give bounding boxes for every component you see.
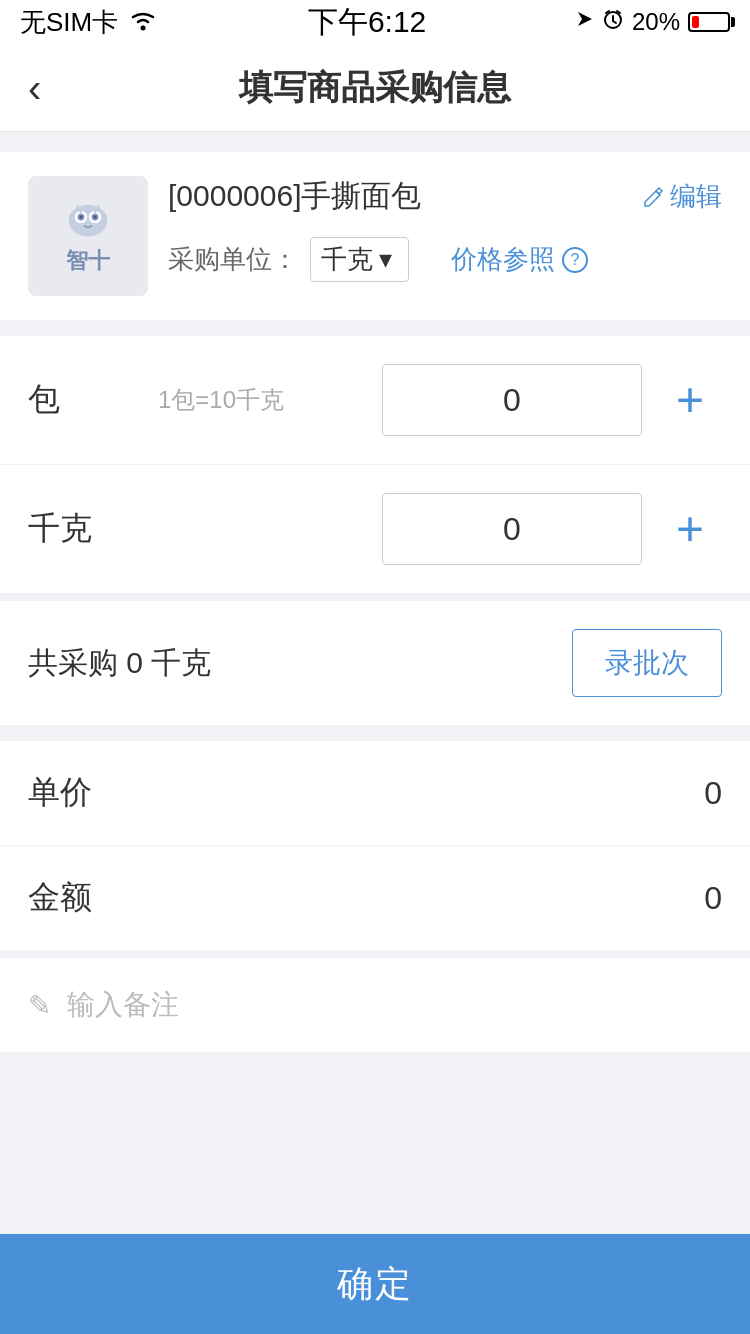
logo-text: 智十: [66, 246, 110, 276]
unit-label-1: 千克: [28, 507, 148, 551]
status-bar: 无SIM卡 下午6:12 20%: [0, 0, 750, 44]
product-image: 智十: [28, 176, 148, 296]
product-unit-row: 采购单位： 千克 ▾ 价格参照 ?: [168, 237, 722, 282]
svg-line-3: [613, 21, 616, 23]
price-ref-button[interactable]: 价格参照 ?: [451, 242, 589, 277]
svg-point-9: [79, 215, 83, 219]
product-logo: 智十: [48, 196, 128, 276]
alarm-icon: [602, 8, 624, 36]
summary-text: 共采购 0 千克: [28, 643, 211, 684]
detail-row-1: 金额 0: [0, 846, 750, 950]
unit-sublabel-0: 1包=10千克: [158, 384, 284, 416]
svg-point-4: [69, 205, 108, 237]
detail-value-0: 0: [704, 775, 722, 812]
product-card: 智十 [0000006]手撕面包 编辑 采购单位： 千克 ▾ 价格参照: [0, 152, 750, 328]
divider-1: [0, 328, 750, 336]
nav-bar: ‹ 填写商品采购信息: [0, 44, 750, 132]
notes-placeholder: 输入备注: [67, 986, 179, 1024]
status-right: 20%: [576, 8, 730, 36]
quantity-row-0: 包 1包=10千克 +: [0, 336, 750, 465]
svg-text:?: ?: [571, 251, 580, 268]
carrier-label: 无SIM卡: [20, 5, 118, 40]
wifi-icon: [128, 7, 158, 38]
plus-button-1[interactable]: +: [658, 497, 722, 561]
bottom-spacer: [0, 1060, 750, 1260]
pencil-icon: ✎: [28, 989, 51, 1022]
page-title: 填写商品采购信息: [239, 65, 511, 111]
product-name: [0000006]手撕面包: [168, 176, 421, 217]
plus-button-0[interactable]: +: [658, 368, 722, 432]
quantity-input-1[interactable]: [382, 493, 642, 565]
unit-label-0: 包: [28, 378, 148, 422]
battery-percent: 20%: [632, 8, 680, 36]
input-wrapper-1: +: [148, 493, 722, 565]
unit-label: 采购单位：: [168, 242, 298, 277]
quantity-section: 包 1包=10千克 + 千克 +: [0, 336, 750, 593]
summary-row: 共采购 0 千克 录批次: [0, 601, 750, 733]
detail-row-0: 单价 0: [0, 741, 750, 846]
detail-value-1: 0: [704, 880, 722, 917]
product-header: [0000006]手撕面包 编辑: [168, 176, 722, 217]
edit-button[interactable]: 编辑: [642, 179, 722, 214]
input-wrapper-0: +: [284, 364, 722, 436]
details-section: 单价 0 金额 0: [0, 741, 750, 950]
svg-point-10: [93, 215, 97, 219]
detail-label-1: 金额: [28, 876, 92, 920]
divider-2: [0, 733, 750, 741]
notes-section[interactable]: ✎ 输入备注: [0, 958, 750, 1052]
dropdown-arrow-icon: ▾: [379, 244, 392, 275]
back-button[interactable]: ‹: [28, 68, 41, 108]
product-info: [0000006]手撕面包 编辑 采购单位： 千克 ▾ 价格参照 ?: [168, 176, 722, 282]
status-left: 无SIM卡: [20, 5, 158, 40]
battery-icon: [688, 12, 730, 32]
quantity-row-1: 千克 +: [0, 465, 750, 593]
confirm-button[interactable]: 确定: [0, 1234, 750, 1334]
unit-select[interactable]: 千克 ▾: [310, 237, 409, 282]
detail-label-0: 单价: [28, 771, 92, 815]
location-icon: [576, 8, 594, 36]
status-time: 下午6:12: [308, 2, 426, 43]
svg-point-0: [141, 25, 146, 30]
batch-button[interactable]: 录批次: [572, 629, 722, 697]
quantity-input-0[interactable]: [382, 364, 642, 436]
